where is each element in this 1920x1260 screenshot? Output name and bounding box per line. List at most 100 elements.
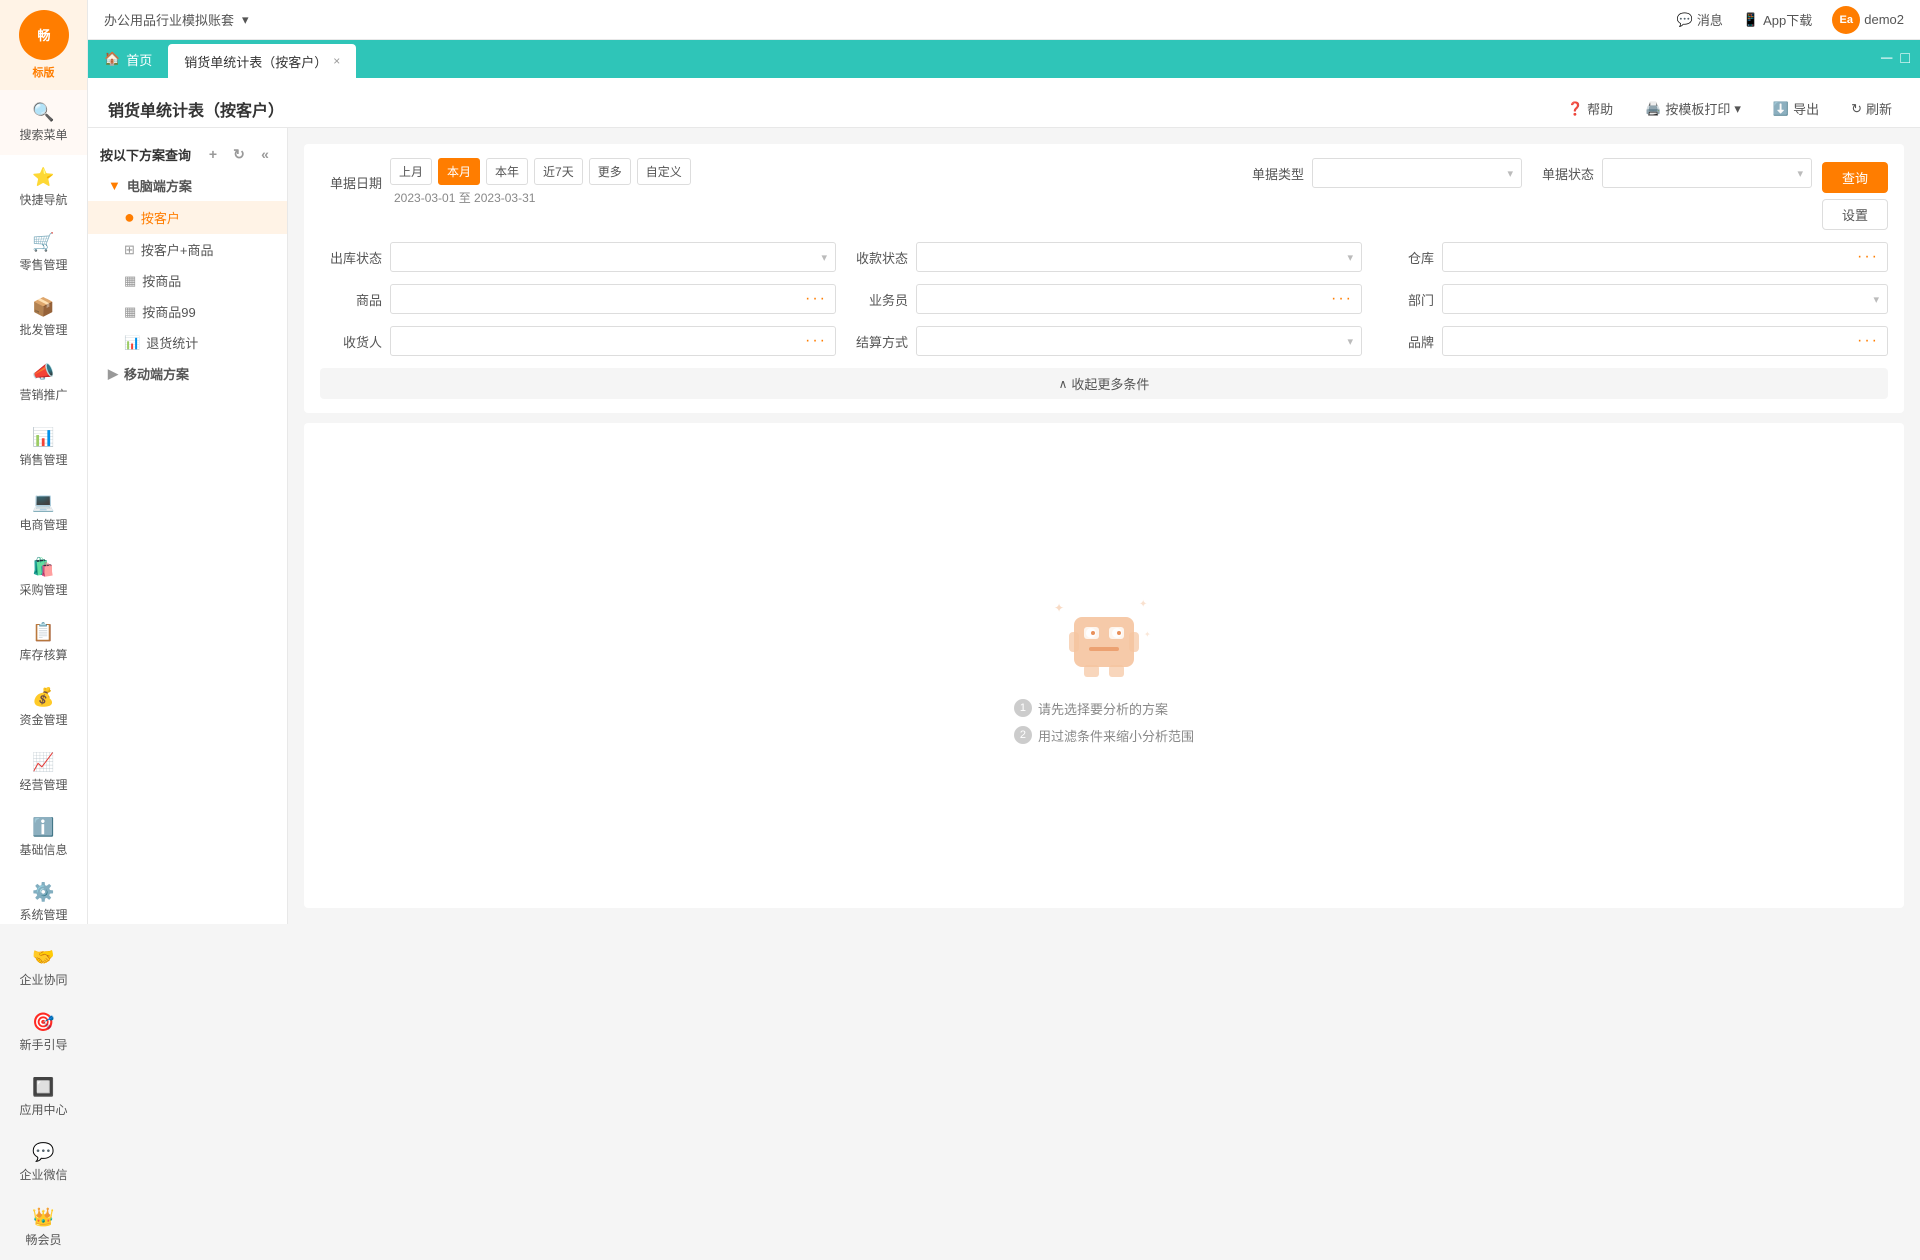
hint1-label: 请先选择要分析的方案 (1038, 699, 1168, 718)
receiver-label: 收货人 (320, 332, 390, 351)
date-button-group: 上月 本月 本年 近7天 更多 自定义 (390, 158, 691, 185)
sidebar-item-appcenter[interactable]: 🔲 应用中心 (0, 1065, 87, 1130)
print-dropdown-icon: ▾ (1734, 101, 1741, 117)
receipt-status-select[interactable]: ▾ (916, 242, 1362, 272)
tree-child-by-customer-goods[interactable]: ⊞ 按客户+商品 (88, 234, 287, 265)
search-icon: 🔍 (32, 102, 54, 123)
sidebar-item-system[interactable]: ⚙️ 系统管理 (0, 870, 87, 935)
tree-node-desktop[interactable]: ▼ 电脑端方案 (88, 170, 287, 201)
tab-minimize-btn[interactable]: ─ (1881, 50, 1892, 68)
tree-child-by-goods99[interactable]: ▦ 按商品99 (88, 296, 287, 327)
date-btn-custom[interactable]: 自定义 (637, 158, 691, 185)
tab-close-btn[interactable]: × (333, 54, 340, 68)
panel-collapse-btn[interactable]: « (255, 144, 275, 164)
collapse-label: 收起更多条件 (1071, 374, 1149, 393)
help-btn[interactable]: ❓ 帮助 (1559, 95, 1621, 122)
brand-input[interactable]: ··· (1442, 326, 1888, 356)
tab-bar-actions: ─ □ (1881, 50, 1920, 68)
sidebar-item-label: 批发管理 (19, 321, 67, 338)
settings-button[interactable]: 设置 (1822, 199, 1888, 230)
sidebar-item-purchase[interactable]: 🛍️ 采购管理 (0, 545, 87, 610)
department-label: 部门 (1372, 290, 1442, 309)
tree-child-by-customer[interactable]: ● 按客户 (88, 201, 287, 234)
tab-active[interactable]: 销货单统计表（按客户） × (168, 44, 356, 78)
sidebar-item-wholesale[interactable]: 📦 批发管理 (0, 285, 87, 350)
sidebar-item-member[interactable]: 👑 畅会员 (0, 1195, 87, 1260)
date-btn-this-year[interactable]: 本年 (486, 158, 528, 185)
goods-input[interactable]: ··· (390, 284, 836, 314)
sidebar-item-label: 快捷导航 (19, 191, 67, 208)
warehouse-input[interactable]: ··· (1442, 242, 1888, 272)
ecommerce-icon: 💻 (32, 492, 54, 513)
sidebar-item-label: 企业协同 (19, 971, 67, 988)
date-btn-this-month[interactable]: 本月 (438, 158, 480, 185)
panel-refresh-btn[interactable]: ↻ (229, 144, 249, 164)
marketing-icon: 📣 (32, 362, 54, 383)
tree-child-by-goods[interactable]: ▦ 按商品 (88, 265, 287, 296)
order-type-dropdown-icon: ▾ (1507, 167, 1513, 180)
app-download-icon: 📱 (1743, 12, 1759, 28)
sidebar-item-marketing[interactable]: 📣 营销推广 (0, 350, 87, 415)
salesperson-input[interactable]: ··· (916, 284, 1362, 314)
sidebar: 畅 标版 🔍 搜索菜单 ⭐ 快捷导航 🛒 零售管理 📦 批发管理 📣 营销推广 … (0, 0, 88, 924)
tree-child-label: 按商品 (142, 271, 181, 290)
app-download-label: App下载 (1763, 10, 1812, 29)
warehouse-label: 仓库 (1372, 248, 1442, 267)
shortcut-icon: ⭐ (32, 167, 54, 188)
sidebar-item-label: 采购管理 (19, 581, 67, 598)
table-icon: ▦ (124, 273, 136, 289)
receiver-input[interactable]: ··· (390, 326, 836, 356)
panel-header-icons: + ↻ « (203, 144, 275, 164)
tree-child-return-stats[interactable]: 📊 退货统计 (88, 327, 287, 358)
sidebar-item-wechat[interactable]: 💬 企业微信 (0, 1130, 87, 1195)
order-status-select[interactable]: ▾ (1602, 158, 1812, 188)
date-filter-label: 单据日期 (320, 173, 390, 192)
export-btn[interactable]: ⬇️ 导出 (1765, 95, 1827, 122)
sidebar-item-inventory[interactable]: 📋 库存核算 (0, 610, 87, 675)
logo-icon[interactable]: 畅 (19, 10, 69, 60)
avatar-text: Ea (1840, 14, 1853, 26)
department-select[interactable]: ▾ (1442, 284, 1888, 314)
sidebar-item-search[interactable]: 🔍 搜索菜单 (0, 90, 87, 155)
sidebar-item-newbie[interactable]: 🎯 新手引导 (0, 1000, 87, 1065)
tree-node-label2: 移动端方案 (124, 364, 189, 383)
sidebar-item-label: 营销推广 (19, 386, 67, 403)
print-btn[interactable]: 🖨️ 按模板打印 ▾ (1637, 95, 1749, 122)
wholesale-icon: 📦 (32, 297, 54, 318)
tab-home[interactable]: 🏠 首页 (88, 40, 168, 78)
warehouse-more-icon: ··· (1857, 248, 1879, 266)
logo-text: 标版 (33, 64, 55, 80)
order-status-label: 单据状态 (1532, 164, 1602, 183)
query-button[interactable]: 查询 (1822, 162, 1888, 193)
sidebar-item-basic[interactable]: ℹ️ 基础信息 (0, 805, 87, 870)
date-btn-last-month[interactable]: 上月 (390, 158, 432, 185)
order-type-select[interactable]: ▾ (1312, 158, 1522, 188)
hint2-label: 用过滤条件来缩小分析范围 (1038, 726, 1194, 745)
collapse-more-btn[interactable]: ∧ 收起更多条件 (320, 368, 1888, 399)
tree-node-mobile[interactable]: ▶ 移动端方案 (88, 358, 287, 389)
brand-label: 品牌 (1372, 332, 1442, 351)
date-btn-7days[interactable]: 近7天 (534, 158, 583, 185)
sidebar-item-ecommerce[interactable]: 💻 电商管理 (0, 480, 87, 545)
sidebar-item-sales[interactable]: 📊 销售管理 (0, 415, 87, 480)
panel-add-btn[interactable]: + (203, 144, 223, 164)
export-label: 导出 (1793, 99, 1819, 118)
industry-dropdown-icon[interactable]: ▾ (242, 12, 249, 28)
sidebar-item-shortcut[interactable]: ⭐ 快捷导航 (0, 155, 87, 220)
out-status-select[interactable]: ▾ (390, 242, 836, 272)
sidebar-item-operations[interactable]: 📈 经营管理 (0, 740, 87, 805)
industry-label[interactable]: 办公用品行业模拟账套 (104, 10, 234, 29)
message-btn[interactable]: 💬 消息 (1677, 10, 1723, 29)
date-btn-more[interactable]: 更多 (589, 158, 631, 185)
tab-maximize-btn[interactable]: □ (1900, 50, 1910, 68)
logo-area: 畅 标版 (0, 0, 87, 90)
payment-method-select[interactable]: ▾ (916, 326, 1362, 356)
sidebar-item-enterprise[interactable]: 🤝 企业协同 (0, 935, 87, 1000)
sidebar-item-retail[interactable]: 🛒 零售管理 (0, 220, 87, 285)
user-profile-btn[interactable]: Ea demo2 (1832, 6, 1904, 34)
app-download-btn[interactable]: 📱 App下载 (1743, 10, 1812, 29)
sidebar-item-label: 电商管理 (19, 516, 67, 533)
sidebar-item-finance[interactable]: 💰 资金管理 (0, 675, 87, 740)
sidebar-item-label: 系统管理 (19, 906, 67, 923)
refresh-btn[interactable]: ↻ 刷新 (1843, 95, 1900, 122)
